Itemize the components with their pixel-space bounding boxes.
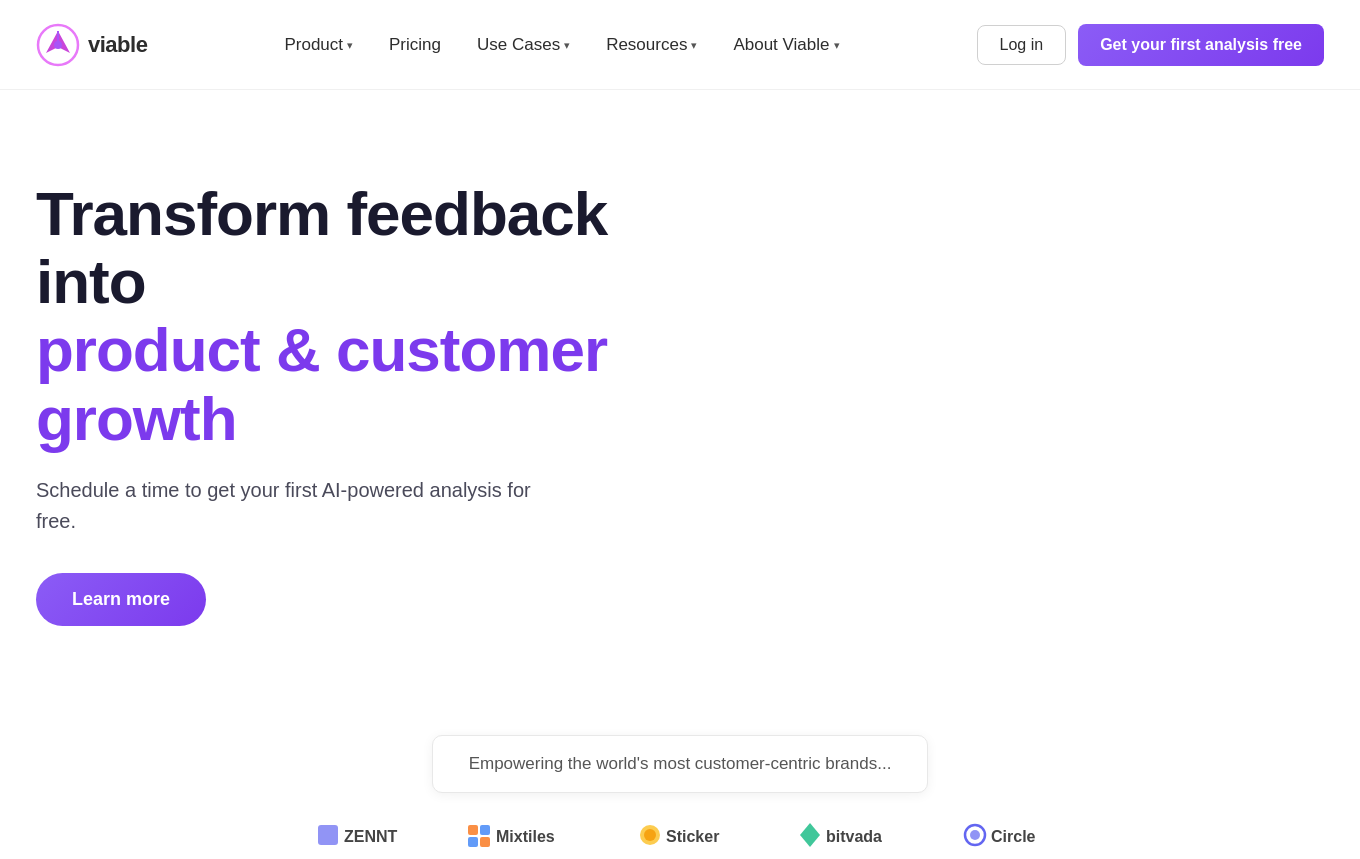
nav-item-pricing[interactable]: Pricing: [375, 27, 455, 63]
nav-item-product[interactable]: Product ▾: [270, 27, 367, 63]
svg-text:Mixtiles: Mixtiles: [496, 828, 555, 845]
brands-logos: ZENNT Mixtiles Sticker: [282, 821, 1079, 849]
nav-actions: Log in Get your first analysis free: [977, 24, 1324, 66]
hero-title-line1: Transform feedback into: [36, 179, 607, 316]
svg-text:Circle: Circle: [991, 828, 1036, 845]
brand-logo-zennt: ZENNT: [318, 821, 408, 849]
nav-links: Product ▾ Pricing Use Cases ▾ Resources …: [270, 27, 853, 63]
brands-tagline: Empowering the world's most customer-cen…: [432, 735, 929, 793]
logo-link[interactable]: viable: [36, 23, 147, 67]
resources-chevron-icon: ▾: [691, 39, 697, 52]
svg-point-15: [970, 830, 980, 840]
svg-rect-4: [468, 825, 478, 835]
mixtiles-logo-icon: Mixtiles: [468, 821, 578, 849]
hero-title: Transform feedback into product & custom…: [36, 180, 664, 453]
nav-item-use-cases[interactable]: Use Cases ▾: [463, 27, 584, 63]
svg-rect-5: [480, 825, 490, 835]
hero-subtitle: Schedule a time to get your first AI-pow…: [36, 475, 536, 537]
circle-logo-icon: Circle: [963, 821, 1043, 849]
sticker-logo-icon: Sticker: [638, 821, 738, 849]
brand-logo-circle: Circle: [963, 821, 1043, 849]
brands-section: Empowering the world's most customer-cen…: [0, 735, 1360, 859]
brand-logo-sticker: Sticker: [638, 821, 738, 849]
brand-logo-mixtiles: Mixtiles: [468, 821, 578, 849]
navbar: viable Product ▾ Pricing Use Cases ▾ Res…: [0, 0, 1360, 90]
learn-more-button[interactable]: Learn more: [36, 573, 206, 626]
svg-rect-6: [468, 837, 478, 847]
hero-title-line2: product & customer: [36, 315, 607, 384]
hero-section: Transform feedback into product & custom…: [0, 90, 700, 686]
svg-text:bitvada: bitvada: [826, 828, 882, 845]
login-button[interactable]: Log in: [977, 25, 1067, 65]
bitvada-logo-icon: bitvada: [798, 821, 903, 849]
nav-item-resources[interactable]: Resources ▾: [592, 27, 711, 63]
svg-text:Sticker: Sticker: [666, 828, 719, 845]
about-chevron-icon: ▾: [834, 39, 840, 52]
svg-rect-7: [480, 837, 490, 847]
use-cases-chevron-icon: ▾: [564, 39, 570, 52]
viable-logo-icon: [36, 23, 80, 67]
svg-text:ZENNT: ZENNT: [344, 828, 398, 845]
brand-logo-bitvada: bitvada: [798, 821, 903, 849]
hero-title-line3: growth: [36, 384, 237, 453]
svg-marker-12: [800, 823, 820, 847]
svg-rect-2: [318, 825, 338, 845]
svg-point-10: [644, 829, 656, 841]
get-analysis-button[interactable]: Get your first analysis free: [1078, 24, 1324, 66]
zennt-logo-icon: ZENNT: [318, 821, 408, 849]
product-chevron-icon: ▾: [347, 39, 353, 52]
page-wrapper: viable Product ▾ Pricing Use Cases ▾ Res…: [0, 0, 1360, 859]
logo-text: viable: [88, 32, 147, 58]
nav-item-about[interactable]: About Viable ▾: [719, 27, 853, 63]
